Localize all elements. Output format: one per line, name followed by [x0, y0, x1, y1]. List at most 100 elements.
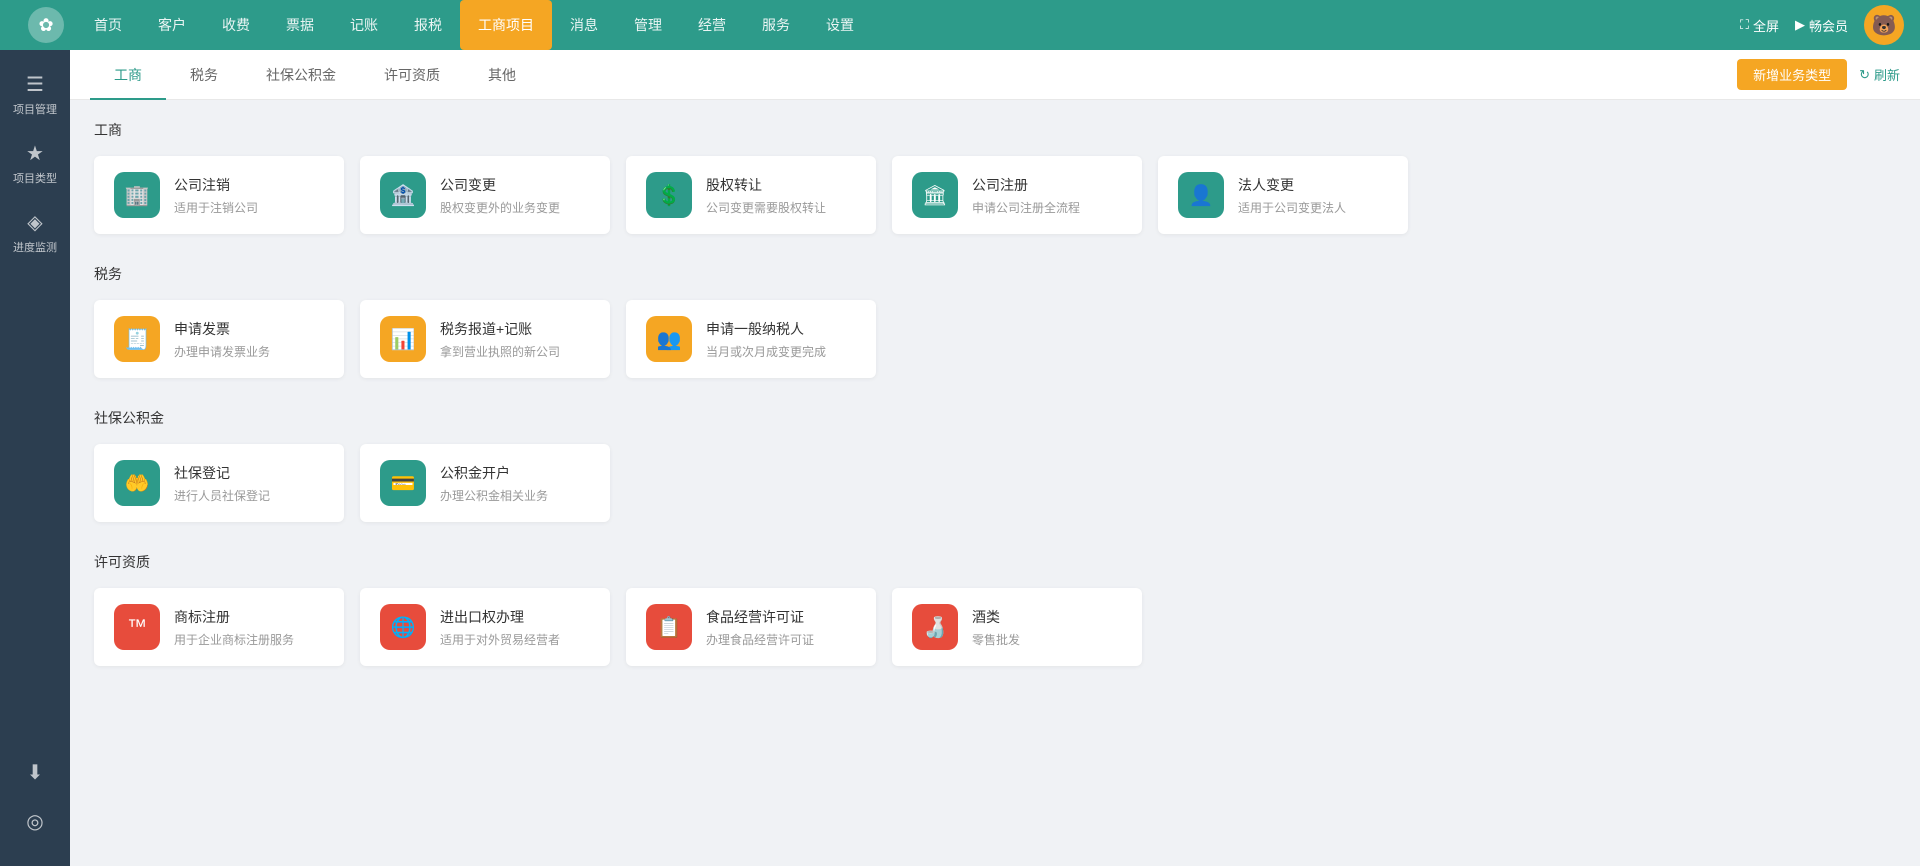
- nav-right: ⛶ 全屏 ▶ 畅会员 🐻: [1740, 5, 1904, 45]
- nav-item-经营[interactable]: 经营: [680, 0, 744, 50]
- main-layout: ☰ 项目管理 ★ 项目类型 ◈ 进度监测 ⬇ ◎ 工商税务社保公积金许可资质其他…: [0, 50, 1920, 866]
- card-legal-change[interactable]: 👤法人变更适用于公司变更法人: [1158, 156, 1408, 234]
- section-gongshang: 工商🏢公司注销适用于注销公司🏦公司变更股权变更外的业务变更💲股权转让公司变更需要…: [94, 120, 1896, 234]
- sidebar-item-project-type[interactable]: ★ 项目类型: [0, 129, 70, 198]
- sidebar-item-download[interactable]: ⬇: [18, 748, 51, 797]
- top-nav: ✿ 首页客户收费票据记账报税工商项目消息管理经营服务设置 ⛶ 全屏 ▶ 畅会员 …: [0, 0, 1920, 50]
- nav-item-客户[interactable]: 客户: [140, 0, 204, 50]
- location-icon: ◎: [26, 809, 43, 834]
- card-text-general-taxpayer: 申请一般纳税人当月或次月成变更完成: [706, 319, 856, 360]
- vip-button[interactable]: ▶ 畅会员: [1795, 16, 1848, 35]
- card-name-company-cancel: 公司注销: [174, 175, 324, 195]
- card-desc-provident-fund: 办理公积金相关业务: [440, 487, 590, 504]
- tab-税务[interactable]: 税务: [166, 50, 242, 100]
- card-equity-transfer[interactable]: 💲股权转让公司变更需要股权转让: [626, 156, 876, 234]
- card-desc-social-insurance: 进行人员社保登记: [174, 487, 324, 504]
- card-text-apply-invoice: 申请发票办理申请发票业务: [174, 319, 324, 360]
- card-apply-invoice[interactable]: 🧾申请发票办理申请发票业务: [94, 300, 344, 378]
- scroll-content: 工商🏢公司注销适用于注销公司🏦公司变更股权变更外的业务变更💲股权转让公司变更需要…: [70, 100, 1920, 866]
- card-name-food-license: 食品经营许可证: [706, 607, 856, 627]
- card-desc-company-cancel: 适用于注销公司: [174, 199, 324, 216]
- section-title-shebao: 社保公积金: [94, 408, 1896, 428]
- card-text-social-insurance: 社保登记进行人员社保登记: [174, 463, 324, 504]
- card-name-legal-change: 法人变更: [1238, 175, 1388, 195]
- card-text-company-cancel: 公司注销适用于注销公司: [174, 175, 324, 216]
- refresh-button[interactable]: ↻ 刷新: [1859, 65, 1900, 84]
- fullscreen-button[interactable]: ⛶ 全屏: [1740, 16, 1779, 35]
- section-title-gongshang: 工商: [94, 120, 1896, 140]
- nav-item-工商项目[interactable]: 工商项目: [460, 0, 552, 50]
- nav-item-设置[interactable]: 设置: [808, 0, 872, 50]
- card-name-equity-transfer: 股权转让: [706, 175, 856, 195]
- card-text-company-register: 公司注册申请公司注册全流程: [972, 175, 1122, 216]
- card-name-social-insurance: 社保登记: [174, 463, 324, 483]
- card-text-trademark: 商标注册用于企业商标注册服务: [174, 607, 324, 648]
- card-desc-apply-invoice: 办理申请发票业务: [174, 343, 324, 360]
- nav-item-记账[interactable]: 记账: [332, 0, 396, 50]
- sidebar-bottom: ⬇ ◎: [18, 748, 51, 866]
- card-desc-general-taxpayer: 当月或次月成变更完成: [706, 343, 856, 360]
- card-company-change[interactable]: 🏦 公司变更股权变更外的业务变更: [360, 156, 610, 234]
- card-icon-social-insurance: 🤲: [114, 460, 160, 506]
- sidebar-label-project-management: 项目管理: [13, 101, 57, 117]
- card-desc-food-license: 办理食品经营许可证: [706, 631, 856, 648]
- card-food-license[interactable]: 📋食品经营许可证办理食品经营许可证: [626, 588, 876, 666]
- card-name-trademark: 商标注册: [174, 607, 324, 627]
- card-icon-legal-change: 👤: [1178, 172, 1224, 218]
- card-text-company-change: 公司变更股权变更外的业务变更: [440, 175, 590, 216]
- card-desc-equity-transfer: 公司变更需要股权转让: [706, 199, 856, 216]
- tab-其他[interactable]: 其他: [464, 50, 540, 100]
- sidebar-label-project-type: 项目类型: [13, 170, 57, 186]
- card-name-apply-invoice: 申请发票: [174, 319, 324, 339]
- section-title-shuiwu: 税务: [94, 264, 1896, 284]
- nav-item-首页[interactable]: 首页: [76, 0, 140, 50]
- card-tax-report-bookkeeping[interactable]: 📊税务报道+记账拿到营业执照的新公司: [360, 300, 610, 378]
- card-provident-fund[interactable]: 💳公积金开户办理公积金相关业务: [360, 444, 610, 522]
- tab-工商[interactable]: 工商: [90, 50, 166, 100]
- card-name-import-export: 进出口权办理: [440, 607, 590, 627]
- nav-item-管理[interactable]: 管理: [616, 0, 680, 50]
- refresh-label: 刷新: [1874, 65, 1900, 84]
- nav-item-消息[interactable]: 消息: [552, 0, 616, 50]
- nav-item-服务[interactable]: 服务: [744, 0, 808, 50]
- logo-icon: ✿: [28, 7, 64, 43]
- card-icon-company-register: 🏛: [912, 172, 958, 218]
- card-company-cancel[interactable]: 🏢 公司注销适用于注销公司: [94, 156, 344, 234]
- sidebar-item-location[interactable]: ◎: [18, 797, 51, 846]
- card-icon-company-change: 🏦: [380, 172, 426, 218]
- list-icon: ☰: [26, 72, 44, 97]
- card-social-insurance[interactable]: 🤲 社保登记进行人员社保登记: [94, 444, 344, 522]
- card-desc-import-export: 适用于对外贸易经营者: [440, 631, 590, 648]
- card-name-provident-fund: 公积金开户: [440, 463, 590, 483]
- card-icon-tax-report-bookkeeping: 📊: [380, 316, 426, 362]
- card-desc-trademark: 用于企业商标注册服务: [174, 631, 324, 648]
- card-text-import-export: 进出口权办理适用于对外贸易经营者: [440, 607, 590, 648]
- card-company-register[interactable]: 🏛 公司注册申请公司注册全流程: [892, 156, 1142, 234]
- card-text-provident-fund: 公积金开户办理公积金相关业务: [440, 463, 590, 504]
- card-name-company-register: 公司注册: [972, 175, 1122, 195]
- card-desc-tax-report-bookkeeping: 拿到营业执照的新公司: [440, 343, 590, 360]
- card-name-general-taxpayer: 申请一般纳税人: [706, 319, 856, 339]
- tab-许可资质[interactable]: 许可资质: [360, 50, 464, 100]
- section-shebao: 社保公积金🤲社保登记进行人员社保登记💳公积金开户办理公积金相关业务: [94, 408, 1896, 522]
- card-trademark[interactable]: ™商标注册用于企业商标注册服务: [94, 588, 344, 666]
- refresh-icon: ↻: [1859, 67, 1870, 83]
- card-general-taxpayer[interactable]: 👥申请一般纳税人当月或次月成变更完成: [626, 300, 876, 378]
- card-icon-company-cancel: 🏢: [114, 172, 160, 218]
- sidebar-item-project-management[interactable]: ☰ 项目管理: [0, 60, 70, 129]
- fullscreen-icon: ⛶: [1740, 17, 1749, 33]
- monitor-icon: ◈: [27, 210, 42, 235]
- nav-items: 首页客户收费票据记账报税工商项目消息管理经营服务设置: [76, 0, 1740, 50]
- card-alcohol[interactable]: 🍶酒类零售批发: [892, 588, 1142, 666]
- cards-grid-shebao: 🤲社保登记进行人员社保登记💳公积金开户办理公积金相关业务: [94, 444, 1896, 522]
- nav-item-收费[interactable]: 收费: [204, 0, 268, 50]
- nav-item-报税[interactable]: 报税: [396, 0, 460, 50]
- new-type-button[interactable]: 新增业务类型: [1737, 59, 1847, 90]
- sidebar-item-progress-monitor[interactable]: ◈ 进度监测: [0, 198, 70, 267]
- tab-社保公积金[interactable]: 社保公积金: [242, 50, 360, 100]
- card-desc-alcohol: 零售批发: [972, 631, 1122, 648]
- mascot-avatar: 🐻: [1864, 5, 1904, 45]
- nav-item-票据[interactable]: 票据: [268, 0, 332, 50]
- star-icon: ★: [26, 141, 44, 166]
- card-import-export[interactable]: 🌐进出口权办理适用于对外贸易经营者: [360, 588, 610, 666]
